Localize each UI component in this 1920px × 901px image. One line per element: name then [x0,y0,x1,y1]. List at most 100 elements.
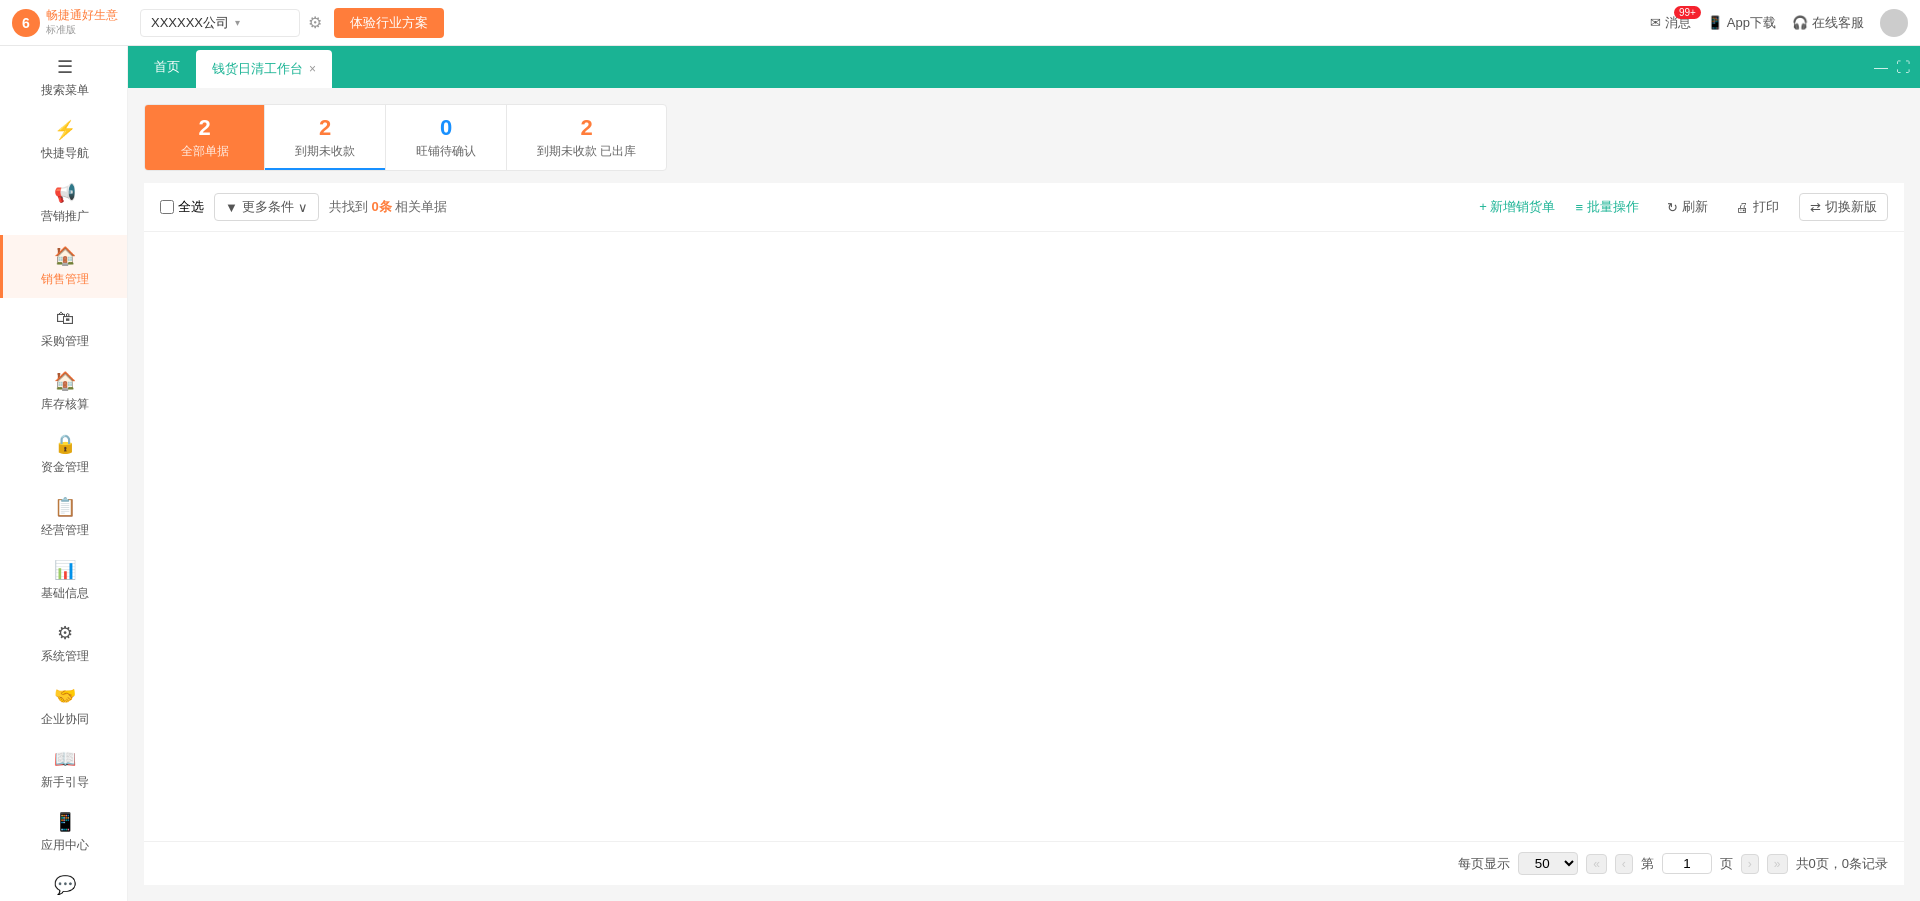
avatar[interactable] [1880,9,1908,37]
stat-tab-overdue-shipped[interactable]: 2 到期未收款 已出库 [507,105,666,170]
stat-count-all: 2 [175,115,234,141]
sidebar-item-inventory[interactable]: 🏠 库存核算 [0,360,127,423]
stat-label-all: 全部单据 [175,143,234,160]
sidebar-item-label-basic-info: 基础信息 [41,585,89,602]
stat-label-wangpu: 旺铺待确认 [416,143,476,160]
app-center-icon: 📱 [54,811,76,833]
sidebar-item-finance[interactable]: 🔒 资金管理 [0,423,127,486]
page-end-label: 页 [1720,855,1733,873]
batch-op-button[interactable]: ≡ 批量操作 [1567,194,1647,220]
next-page-button[interactable]: › [1741,854,1759,874]
app-download-action[interactable]: 📱 App下载 [1707,14,1776,32]
toolbar: 全选 ▼ 更多条件 ∨ 共找到 0条 相关单据 [144,183,1904,232]
stat-label-overdue-shipped: 到期未收款 已出库 [537,143,636,160]
sidebar-item-label-guide: 新手引导 [41,774,89,791]
main-layout: ☰ 搜索菜单 ⚡ 快捷导航 📢 营销推广 🏠 销售管理 🛍 采购管理 🏠 库存核… [0,46,1920,901]
stats-tabs: 2 全部单据 2 到期未收款 0 旺铺待确认 2 到期未收款 已出库 [144,104,667,171]
sidebar-item-label-marketing: 营销推广 [41,208,89,225]
sidebar-item-label-enterprise: 企业协同 [41,711,89,728]
guide-icon: 📖 [54,748,76,770]
stat-tab-underline [265,168,385,170]
prev-page-button[interactable]: ‹ [1615,854,1633,874]
message-action[interactable]: ✉ 消息 99+ [1650,14,1691,32]
tab-workbench-label: 钱货日清工作台 [212,60,303,78]
sidebar-item-search[interactable]: ☰ 搜索菜单 [0,46,127,109]
page-content: 2 全部单据 2 到期未收款 0 旺铺待确认 2 到期未收款 已出库 [128,88,1920,901]
tab-minimize-icon[interactable]: — [1874,59,1888,75]
sidebar-item-label-quick-nav: 快捷导航 [41,145,89,162]
top-header: 6 畅捷通好生意 标准版 XXXXXX公司 ▾ ⚙ 体验行业方案 ✉ 消息 99… [0,0,1920,46]
refresh-icon: ↻ [1667,200,1678,215]
stat-tab-all[interactable]: 2 全部单据 [145,105,265,170]
marketing-icon: 📢 [54,182,76,204]
sidebar-item-label-inventory: 库存核算 [41,396,89,413]
sidebar-item-wechat[interactable]: 💬 企业微信 [0,864,127,901]
select-all-label[interactable]: 全选 [160,198,204,216]
print-button[interactable]: 🖨 打印 [1728,194,1787,220]
stat-tab-overdue[interactable]: 2 到期未收款 [265,105,386,170]
new-sale-label: + 新增销货单 [1479,198,1555,216]
tab-right-actions: — ⛶ [1874,59,1910,75]
select-all-checkbox[interactable] [160,200,174,214]
stat-label-overdue: 到期未收款 [295,143,355,160]
sidebar-item-app-center[interactable]: 📱 应用中心 [0,801,127,864]
sidebar-item-system[interactable]: ⚙ 系统管理 [0,612,127,675]
tab-expand-icon[interactable]: ⛶ [1896,59,1910,75]
sidebar-item-label-sales: 销售管理 [41,271,89,288]
filter-button[interactable]: ▼ 更多条件 ∨ [214,193,319,221]
stat-tab-wangpu[interactable]: 0 旺铺待确认 [386,105,507,170]
sidebar-item-guide[interactable]: 📖 新手引导 [0,738,127,801]
online-service-icon: 🎧 [1792,15,1808,30]
sidebar-item-operations[interactable]: 📋 经营管理 [0,486,127,549]
refresh-button[interactable]: ↻ 刷新 [1659,194,1716,220]
content-area: 首页 钱货日清工作台 × — ⛶ 2 全部单据 2 [128,46,1920,901]
sidebar-item-purchase[interactable]: 🛍 采购管理 [0,298,127,360]
sidebar: ☰ 搜索菜单 ⚡ 快捷导航 📢 营销推广 🏠 销售管理 🛍 采购管理 🏠 库存核… [0,46,128,901]
found-count: 0条 [372,199,392,214]
switch-version-button[interactable]: ⇄ 切换新版 [1799,193,1888,221]
finance-icon: 🔒 [54,433,76,455]
select-all-text: 全选 [178,198,204,216]
logo-sub: 标准版 [46,23,118,37]
page-label: 第 [1641,855,1654,873]
tab-close-icon[interactable]: × [309,62,316,76]
enterprise-icon: 🤝 [54,685,76,707]
sidebar-item-label-purchase: 采购管理 [41,333,89,350]
first-page-button[interactable]: « [1586,854,1607,874]
batch-op-label: 批量操作 [1587,198,1639,216]
logo-area: 6 畅捷通好生意 标准版 [12,8,140,38]
sidebar-item-marketing[interactable]: 📢 营销推广 [0,172,127,235]
toolbar-left: 全选 ▼ 更多条件 ∨ 共找到 0条 相关单据 [160,193,447,221]
trial-button[interactable]: 体验行业方案 [334,8,444,38]
online-service-action[interactable]: 🎧 在线客服 [1792,14,1864,32]
purchase-icon: 🛍 [56,308,74,329]
sidebar-item-enterprise[interactable]: 🤝 企业协同 [0,675,127,738]
batch-op-icon: ≡ [1575,200,1583,215]
sidebar-item-label-finance: 资金管理 [41,459,89,476]
filter-chevron-icon: ∨ [298,200,308,215]
sidebar-item-quick-nav[interactable]: ⚡ 快捷导航 [0,109,127,172]
sidebar-item-sales[interactable]: 🏠 销售管理 [0,235,127,298]
header-right: ✉ 消息 99+ 📱 App下载 🎧 在线客服 [1650,9,1908,37]
stat-count-overdue-shipped: 2 [537,115,636,141]
operations-icon: 📋 [54,496,76,518]
new-sale-button[interactable]: + 新增销货单 [1479,198,1555,216]
tab-bar: 首页 钱货日清工作台 × — ⛶ [128,46,1920,88]
tab-home[interactable]: 首页 [138,46,196,88]
chevron-down-icon: ▾ [235,17,240,28]
tab-workbench[interactable]: 钱货日清工作台 × [196,50,332,88]
sidebar-item-basic-info[interactable]: 📊 基础信息 [0,549,127,612]
company-selector[interactable]: XXXXXX公司 ▾ [140,9,300,37]
per-page-select[interactable]: 50 [1518,852,1578,875]
settings-icon[interactable]: ⚙ [308,13,322,32]
basic-info-icon: 📊 [54,559,76,581]
tab-home-label: 首页 [154,58,180,76]
print-label: 打印 [1753,198,1779,216]
app-download-icon: 📱 [1707,15,1723,30]
toolbar-right: + 新增销货单 ≡ 批量操作 ↻ 刷新 🖨 打印 [1479,193,1888,221]
inventory-icon: 🏠 [54,370,76,392]
total-records-label: 共0页，0条记录 [1796,855,1888,873]
logo-text: 畅捷通好生意 [46,8,118,24]
last-page-button[interactable]: » [1767,854,1788,874]
page-number-input[interactable] [1662,853,1712,874]
